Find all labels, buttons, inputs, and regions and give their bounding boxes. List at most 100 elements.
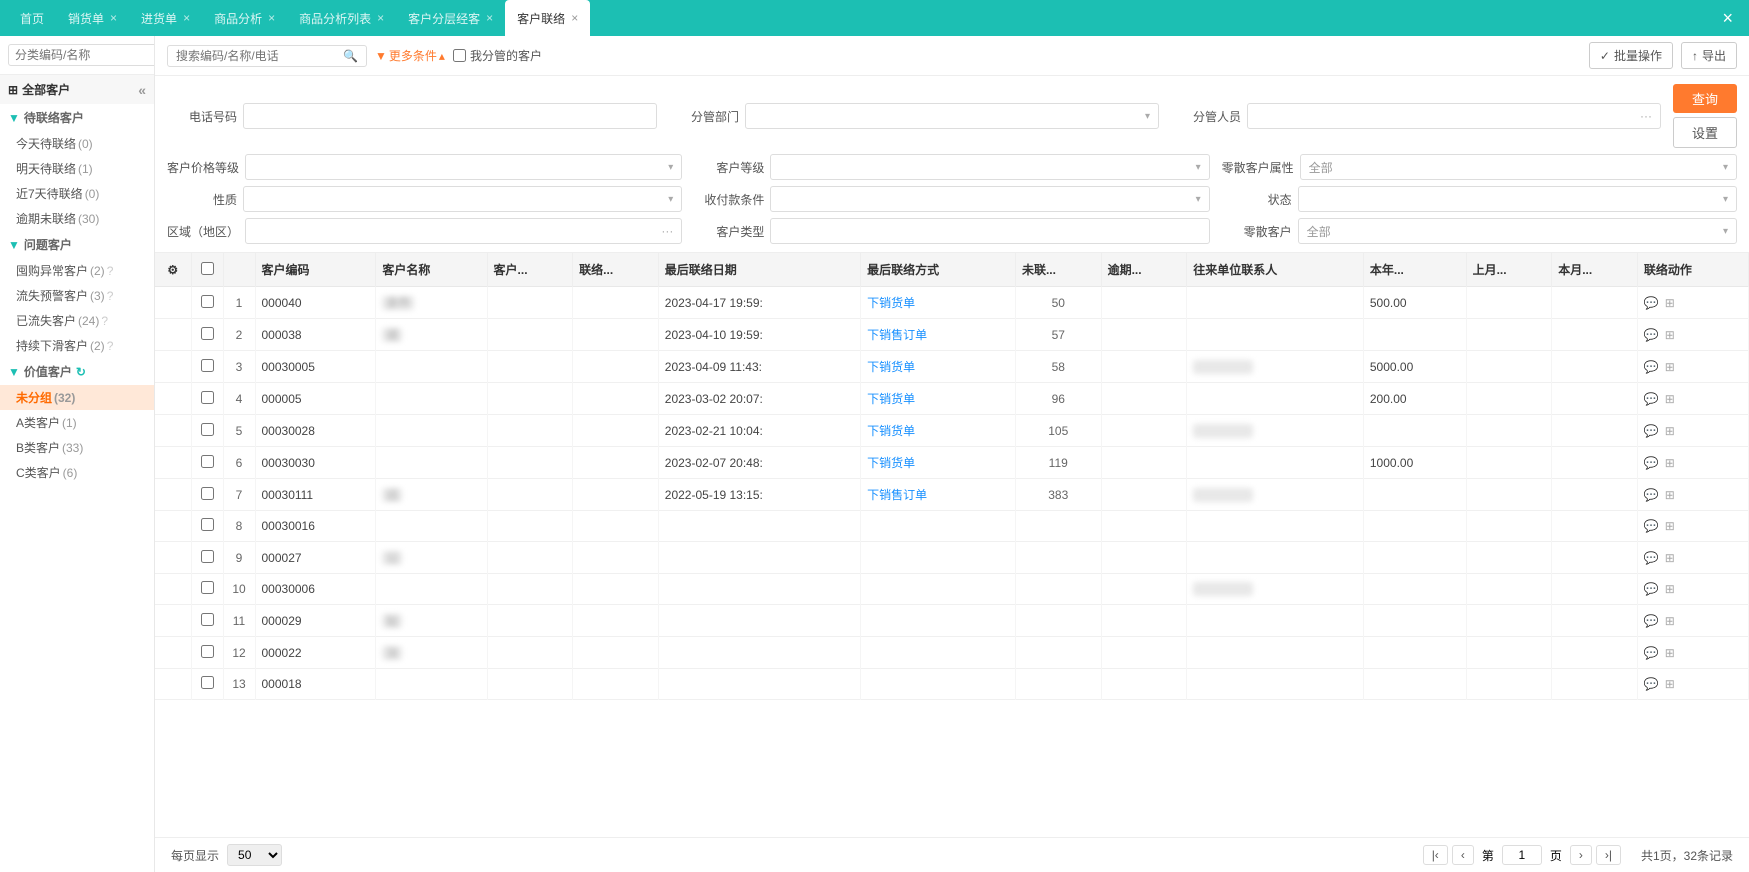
row-grid-icon[interactable]: ⊞	[1665, 582, 1675, 596]
sidebar-item-hoard-abnormal[interactable]: 囤购异常客户 (2) ?	[0, 258, 154, 283]
row-chat-icon[interactable]: 💬	[1644, 551, 1659, 565]
sidebar-item-class-a[interactable]: A类客户 (1)	[0, 410, 154, 435]
filter-dept-input[interactable]: ▾	[745, 103, 1159, 129]
sidebar-collapse-icon[interactable]: «	[138, 82, 146, 98]
row-grid-icon[interactable]: ⊞	[1665, 614, 1675, 628]
row-grid-icon[interactable]: ⊞	[1665, 646, 1675, 660]
row-checkbox-cell[interactable]	[191, 479, 223, 511]
row-checkbox[interactable]	[201, 295, 214, 308]
export-button[interactable]: ↑ 导出	[1681, 42, 1737, 69]
batch-operations-button[interactable]: ✓ 批量操作	[1589, 42, 1673, 69]
window-close-button[interactable]: ×	[1714, 8, 1741, 29]
sidebar-item-overdue-pending[interactable]: 逾期未联络 (30)	[0, 206, 154, 231]
sidebar-item-churned[interactable]: 已流失客户 (24) ?	[0, 308, 154, 333]
contact-method-link[interactable]: 下销售订单	[867, 488, 927, 502]
row-checkbox[interactable]	[201, 550, 214, 563]
next-page-button[interactable]: ›	[1570, 845, 1592, 865]
filter-search-box[interactable]: 🔍	[167, 45, 367, 67]
filter-payment-input[interactable]: ▾	[770, 186, 1209, 212]
row-grid-icon[interactable]: ⊞	[1665, 328, 1675, 342]
row-checkbox-cell[interactable]	[191, 319, 223, 351]
sidebar-item-today-pending[interactable]: 今天待联络 (0)	[0, 131, 154, 156]
row-checkbox-cell[interactable]	[191, 415, 223, 447]
row-chat-icon[interactable]: 💬	[1644, 392, 1659, 406]
my-customers-check[interactable]	[453, 49, 466, 62]
contact-column-header[interactable]: 联络...	[573, 253, 659, 287]
filter-retail-customer-input[interactable]: 全部 ▾	[1298, 218, 1737, 244]
query-button[interactable]: 查询	[1673, 84, 1737, 113]
sidebar-item-7days-pending[interactable]: 近7天待联络 (0)	[0, 181, 154, 206]
row-checkbox-cell[interactable]	[191, 511, 223, 542]
last-page-button[interactable]: ›|	[1596, 845, 1621, 865]
row-checkbox-cell[interactable]	[191, 669, 223, 700]
sidebar-item-tomorrow-pending[interactable]: 明天待联络 (1)	[0, 156, 154, 181]
filter-retail-attr-input[interactable]: 全部 ▾	[1300, 154, 1737, 180]
refresh-icon[interactable]: ↻	[76, 365, 86, 379]
tab-purchase-close[interactable]: ×	[183, 11, 190, 25]
row-checkbox-cell[interactable]	[191, 574, 223, 605]
row-checkbox[interactable]	[201, 581, 214, 594]
row-grid-icon[interactable]: ⊞	[1665, 677, 1675, 691]
row-chat-icon[interactable]: 💬	[1644, 296, 1659, 310]
row-grid-icon[interactable]: ⊞	[1665, 456, 1675, 470]
row-checkbox-cell[interactable]	[191, 383, 223, 415]
row-chat-icon[interactable]: 💬	[1644, 360, 1659, 374]
checkbox-column-header[interactable]	[191, 253, 223, 287]
filter-more-button[interactable]: ▼ 更多条件 ▴	[375, 47, 445, 64]
sidebar-group-pending[interactable]: ▼ 待联络客户	[0, 104, 154, 131]
tab-sales-close[interactable]: ×	[110, 11, 117, 25]
row-checkbox[interactable]	[201, 676, 214, 689]
filter-customer-type-input[interactable]	[770, 218, 1209, 244]
current-page-input[interactable]	[1502, 845, 1542, 865]
prev-page-button[interactable]: ‹	[1452, 845, 1474, 865]
row-checkbox[interactable]	[201, 359, 214, 372]
sidebar-group-value[interactable]: ▼ 价值客户 ↻	[0, 358, 154, 385]
contact-method-link[interactable]: 下销货单	[867, 456, 915, 470]
row-checkbox[interactable]	[201, 487, 214, 500]
filter-phone-input[interactable]	[243, 103, 657, 129]
sidebar-search-input[interactable]	[8, 44, 155, 66]
no-contact-days-column-header[interactable]: 未联...	[1015, 253, 1101, 287]
filter-price-level-input[interactable]: ▾	[245, 154, 682, 180]
filter-search-input[interactable]	[176, 49, 343, 63]
row-checkbox-cell[interactable]	[191, 447, 223, 479]
contact-method-link[interactable]: 下销货单	[867, 424, 915, 438]
tab-customer-contact[interactable]: 客户联络 ×	[505, 0, 590, 36]
my-customers-checkbox[interactable]: 我分管的客户	[453, 47, 542, 64]
tab-purchase[interactable]: 进货单 ×	[129, 0, 202, 36]
tab-goods-analysis-close[interactable]: ×	[268, 11, 275, 25]
sidebar-all-customers-header[interactable]: ⊞ 全部客户 «	[0, 75, 154, 104]
row-chat-icon[interactable]: 💬	[1644, 456, 1659, 470]
row-checkbox-cell[interactable]	[191, 637, 223, 669]
tab-goods-analysis-list[interactable]: 商品分析列表 ×	[287, 0, 396, 36]
row-checkbox[interactable]	[201, 645, 214, 658]
type-column-header[interactable]: 客户...	[487, 253, 573, 287]
filter-status-input[interactable]: ▾	[1298, 186, 1737, 212]
row-grid-icon[interactable]: ⊞	[1665, 519, 1675, 533]
tab-customer-segment-close[interactable]: ×	[486, 11, 493, 25]
settings-column-header[interactable]: ⚙	[155, 253, 191, 287]
tab-goods-analysis[interactable]: 商品分析 ×	[202, 0, 287, 36]
row-checkbox[interactable]	[201, 613, 214, 626]
row-checkbox[interactable]	[201, 518, 214, 531]
sidebar-item-class-b[interactable]: B类客户 (33)	[0, 435, 154, 460]
row-grid-icon[interactable]: ⊞	[1665, 424, 1675, 438]
tab-goods-analysis-list-close[interactable]: ×	[377, 11, 384, 25]
name-column-header[interactable]: 客户名称	[376, 253, 487, 287]
row-grid-icon[interactable]: ⊞	[1665, 360, 1675, 374]
tab-customer-contact-close[interactable]: ×	[571, 11, 578, 25]
row-chat-icon[interactable]: 💬	[1644, 328, 1659, 342]
this-year-column-header[interactable]: 本年...	[1363, 253, 1466, 287]
row-checkbox-cell[interactable]	[191, 287, 223, 319]
tab-customer-segment[interactable]: 客户分层经客 ×	[396, 0, 505, 36]
last-contact-method-column-header[interactable]: 最后联络方式	[861, 253, 1016, 287]
row-checkbox-cell[interactable]	[191, 351, 223, 383]
contact-person-column-header[interactable]: 往来单位联系人	[1187, 253, 1364, 287]
contact-method-link[interactable]: 下销货单	[867, 360, 915, 374]
row-chat-icon[interactable]: 💬	[1644, 519, 1659, 533]
row-checkbox[interactable]	[201, 423, 214, 436]
filter-region-input[interactable]: ···	[245, 218, 682, 244]
filter-manager-input[interactable]: ···	[1247, 103, 1661, 129]
overdue-column-header[interactable]: 逾期...	[1101, 253, 1187, 287]
row-chat-icon[interactable]: 💬	[1644, 488, 1659, 502]
